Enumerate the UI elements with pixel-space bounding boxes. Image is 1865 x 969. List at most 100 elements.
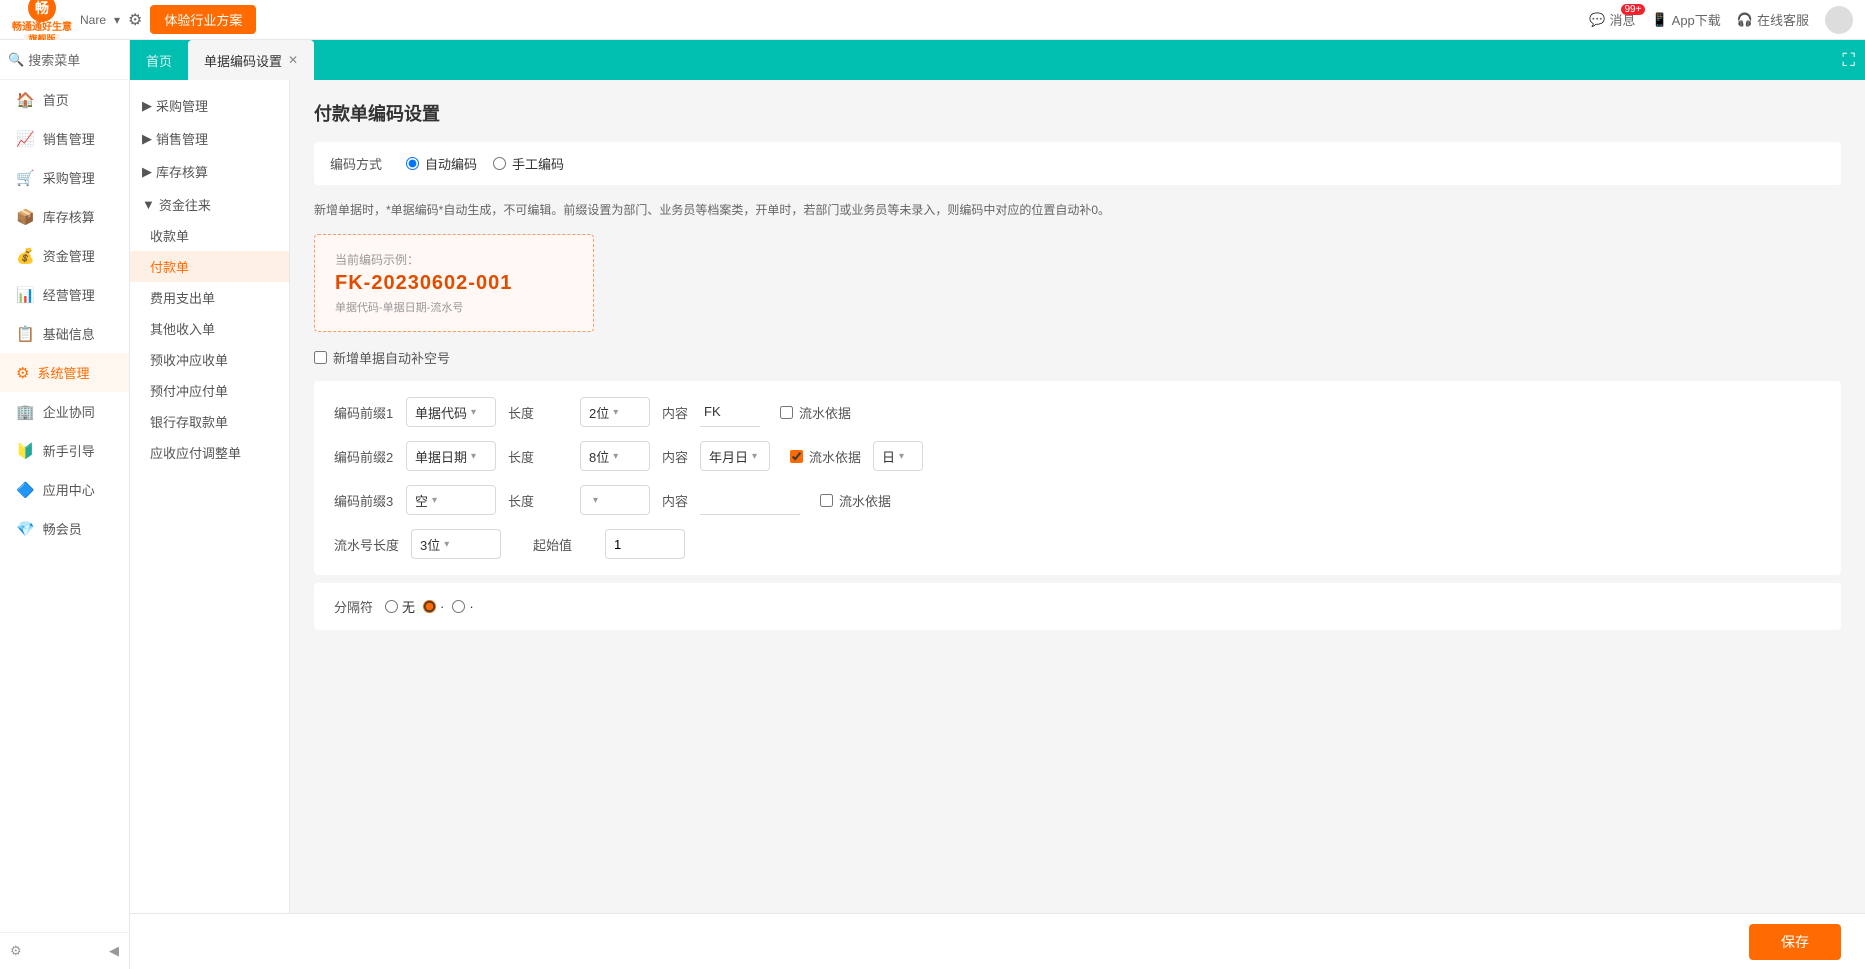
prefix2-serial-unit-select[interactable]: 日 ▾ <box>873 441 923 471</box>
app-icon: 📱 <box>1651 12 1667 28</box>
manual-code-label: 手工编码 <box>512 154 564 173</box>
auto-code-option[interactable]: 自动编码 <box>406 154 477 173</box>
subnav-item-other-income[interactable]: 其他收入单 <box>130 313 289 344</box>
prefix3-serial-checkbox[interactable] <box>820 494 833 507</box>
subnav-sales-label: 销售管理 <box>156 129 208 148</box>
tab-expand-icon[interactable]: ⛶ <box>1832 50 1865 71</box>
trial-button[interactable]: 体验行业方案 <box>150 5 256 34</box>
tab-home[interactable]: 首页 <box>130 40 188 80</box>
sidebar-finance-label: 资金管理 <box>43 246 95 265</box>
sidebar-item-inventory[interactable]: 📦 库存核算 <box>0 197 129 236</box>
settings-icon[interactable]: ⚙ <box>128 10 142 30</box>
enterprise-icon: 🏢 <box>16 403 35 421</box>
content-area: 首页 单据编码设置 ✕ ⛶ ▶ 采购管理 ▶ <box>130 40 1865 969</box>
subnav-item-payment[interactable]: 付款单 <box>130 251 289 282</box>
subnav-inventory-title[interactable]: ▶ 库存核算 <box>130 156 289 187</box>
prefix2-serial-checkbox[interactable] <box>790 450 803 463</box>
prefix3-length-select[interactable]: ▾ <box>580 485 650 515</box>
subnav-item-ap-adjustment[interactable]: 应收应付调整单 <box>130 437 289 468</box>
prefix3-label: 编码前缀3 <box>334 491 394 510</box>
prefix3-serial-wrap[interactable]: 流水依据 <box>820 491 891 510</box>
sidebar-item-finance[interactable]: 💰 资金管理 <box>0 236 129 275</box>
code-preview-sublabel: 单据代码-单据日期-流水号 <box>335 299 573 315</box>
prefix1-label: 编码前缀1 <box>334 403 394 422</box>
prefix-section: 编码前缀1 单据代码 ▾ 长度 2位 ▾ 内容 FK <box>314 381 1841 575</box>
top-bar-right: 💬 消息 99+ 📱 App下载 🎧 在线客服 <box>1589 6 1853 34</box>
subnav-item-prepay-payment[interactable]: 预付冲应付单 <box>130 375 289 406</box>
prefix1-serial-wrap[interactable]: 流水依据 <box>780 403 851 422</box>
sidebar-purchase-label: 采购管理 <box>43 168 95 187</box>
subnav-purchase-label: 采购管理 <box>156 96 208 115</box>
subnav-inventory-arrow: ▶ <box>142 164 152 180</box>
sidebar-item-member[interactable]: 💎 畅会员 <box>0 509 129 548</box>
sep-dot-radio[interactable] <box>423 600 436 613</box>
prefix1-row: 编码前缀1 单据代码 ▾ 长度 2位 ▾ 内容 FK <box>334 397 1821 427</box>
message-badge: 99+ <box>1621 4 1646 15</box>
online-service-btn[interactable]: 🎧 在线客服 <box>1737 10 1809 29</box>
subnav-inventory-label: 库存核算 <box>156 162 208 181</box>
sidebar-item-sales[interactable]: 📈 销售管理 <box>0 119 129 158</box>
sidebar-item-operation[interactable]: 📊 经营管理 <box>0 275 129 314</box>
prefix2-length-select[interactable]: 8位 ▾ <box>580 441 650 471</box>
auto-fill-checkbox[interactable] <box>314 351 327 364</box>
prefix1-length-select[interactable]: 2位 ▾ <box>580 397 650 427</box>
user-avatar[interactable] <box>1825 6 1853 34</box>
subnav-capital-label: 资金往来 <box>159 195 211 214</box>
auto-code-radio[interactable] <box>406 157 419 170</box>
message-btn[interactable]: 💬 消息 99+ <box>1589 10 1635 29</box>
sidebar-item-apps[interactable]: 🔷 应用中心 <box>0 470 129 509</box>
home-icon: 🏠 <box>16 91 35 109</box>
tab-close-icon[interactable]: ✕ <box>288 53 298 67</box>
prefix3-select[interactable]: 空 ▾ <box>406 485 496 515</box>
search-menu[interactable]: 🔍 搜索菜单 <box>0 40 129 80</box>
auto-fill-checkbox-label[interactable]: 新增单据自动补空号 <box>314 348 450 367</box>
subnav-sales-title[interactable]: ▶ 销售管理 <box>130 123 289 154</box>
sep-dash-radio[interactable] <box>452 600 465 613</box>
subnav-item-bank-deposit[interactable]: 银行存取款单 <box>130 406 289 437</box>
manual-code-option[interactable]: 手工编码 <box>493 154 564 173</box>
sidebar-item-purchase[interactable]: 🛒 采购管理 <box>0 158 129 197</box>
tab-encoding[interactable]: 单据编码设置 ✕ <box>188 40 314 80</box>
company-dropdown[interactable]: ▾ <box>114 13 120 27</box>
sep-none-radio[interactable] <box>385 600 398 613</box>
prefix1-value: 单据代码 <box>415 403 467 422</box>
prefix2-content-select[interactable]: 年月日 ▾ <box>700 441 770 471</box>
collapse-icon[interactable]: ◀ <box>109 943 119 959</box>
prefix2-select[interactable]: 单据日期 ▾ <box>406 441 496 471</box>
sidebar-item-home[interactable]: 🏠 首页 <box>0 80 129 119</box>
save-button[interactable]: 保存 <box>1749 924 1841 960</box>
subnav-capital-title[interactable]: ▼ 资金往来 <box>130 189 289 220</box>
subnav-sales-arrow: ▶ <box>142 131 152 147</box>
sidebar-item-enterprise[interactable]: 🏢 企业协同 <box>0 392 129 431</box>
sidebar-item-guide[interactable]: 🔰 新手引导 <box>0 431 129 470</box>
prefix2-serial-wrap[interactable]: 流水依据 <box>790 447 861 466</box>
subnav-item-receipt[interactable]: 收款单 <box>130 220 289 251</box>
prefix3-value: 空 <box>415 491 428 510</box>
prefix2-content-arrow: ▾ <box>752 451 757 462</box>
sep-dash-option[interactable]: · <box>452 599 473 614</box>
serial-length-select[interactable]: 3位 ▾ <box>411 529 501 559</box>
subnav-item-prepay-receipt[interactable]: 预收冲应收单 <box>130 344 289 375</box>
settings-bottom-icon[interactable]: ⚙ <box>10 943 22 959</box>
start-value-label: 起始值 <box>533 535 593 554</box>
app-download-btn[interactable]: 📱 App下载 <box>1651 10 1720 29</box>
sidebar-inventory-label: 库存核算 <box>43 207 95 226</box>
subnav-purchase-title[interactable]: ▶ 采购管理 <box>130 90 289 121</box>
manual-code-radio[interactable] <box>493 157 506 170</box>
sep-none-option[interactable]: 无 <box>385 597 415 616</box>
serial-length-arrow: ▾ <box>444 539 449 550</box>
prefix1-select[interactable]: 单据代码 ▾ <box>406 397 496 427</box>
sep-dot-option[interactable]: · <box>423 599 444 614</box>
auto-fill-row: 新增单据自动补空号 <box>314 348 1841 367</box>
prefix2-row: 编码前缀2 单据日期 ▾ 长度 8位 ▾ 内容 年月日 <box>334 441 1821 471</box>
start-value-input[interactable] <box>605 529 685 559</box>
prefix1-serial-checkbox[interactable] <box>780 406 793 419</box>
app-download-label: App下载 <box>1672 10 1721 29</box>
prefix3-content-value <box>700 485 800 515</box>
prefix2-content-label: 内容 <box>662 447 688 466</box>
sidebar-item-basic[interactable]: 📋 基础信息 <box>0 314 129 353</box>
sidebar-basic-label: 基础信息 <box>43 324 95 343</box>
subnav-item-expense[interactable]: 费用支出单 <box>130 282 289 313</box>
sidebar-item-system[interactable]: ⚙ 系统管理 <box>0 353 129 392</box>
separator-section: 分隔符 无 · · <box>314 583 1841 630</box>
